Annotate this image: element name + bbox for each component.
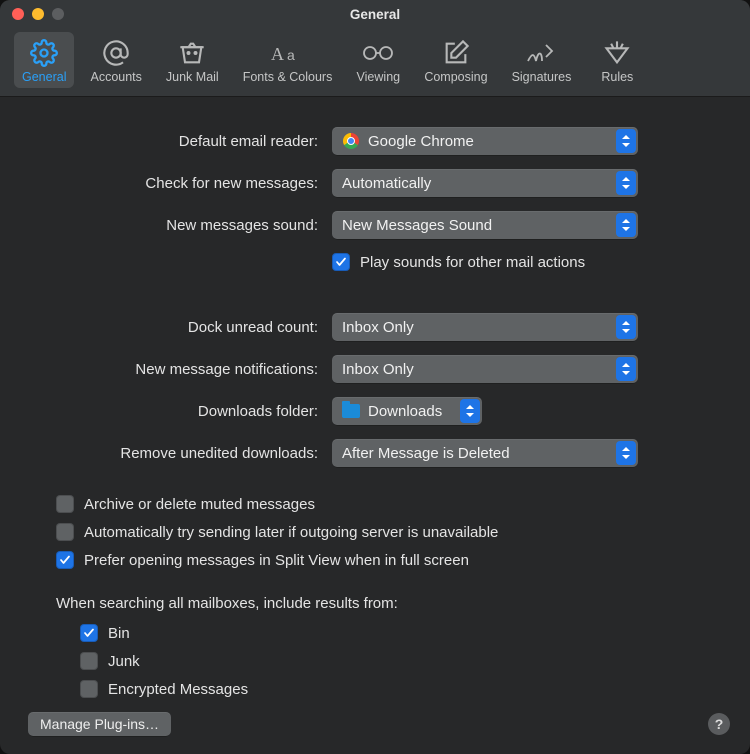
signature-icon xyxy=(526,38,556,68)
dropdown-stepper-icon xyxy=(616,357,636,381)
dropdown-stepper-icon xyxy=(616,171,636,195)
row-search-junk: Junk xyxy=(80,652,722,670)
label-default-reader: Default email reader: xyxy=(28,133,318,150)
compose-icon xyxy=(442,38,470,68)
tab-label: Composing xyxy=(424,70,487,84)
select-value: Google Chrome xyxy=(368,133,474,150)
checkbox-label: Junk xyxy=(108,653,140,670)
tab-label: Signatures xyxy=(512,70,572,84)
row-play-sounds: Play sounds for other mail actions xyxy=(332,253,722,271)
checkbox-label: Archive or delete muted messages xyxy=(84,496,315,513)
tab-label: Accounts xyxy=(90,70,141,84)
window-title: General xyxy=(0,7,750,22)
settings-form: Default email reader: Google Chrome Chec… xyxy=(28,127,722,467)
checkbox-archive-muted[interactable] xyxy=(56,495,74,513)
checkbox-retry-send[interactable] xyxy=(56,523,74,541)
trash-icon xyxy=(178,38,206,68)
tab-label: Viewing xyxy=(357,70,401,84)
help-button[interactable]: ? xyxy=(708,713,730,735)
label-sound: New messages sound: xyxy=(28,217,318,234)
select-default-reader[interactable]: Google Chrome xyxy=(332,127,638,155)
at-icon xyxy=(102,38,130,68)
footer: Manage Plug-ins… ? xyxy=(28,712,730,736)
label-downloads: Downloads folder: xyxy=(28,403,318,420)
row-archive-muted: Archive or delete muted messages xyxy=(56,495,722,513)
select-check-messages[interactable]: Automatically xyxy=(332,169,638,197)
label-notifications: New message notifications: xyxy=(28,361,318,378)
behaviour-options: Archive or delete muted messages Automat… xyxy=(28,495,722,569)
select-value: Automatically xyxy=(342,175,431,192)
row-retry-send: Automatically try sending later if outgo… xyxy=(56,523,722,541)
checkbox-search-encrypted[interactable] xyxy=(80,680,98,698)
checkbox-label: Automatically try sending later if outgo… xyxy=(84,524,498,541)
minimize-window-button[interactable] xyxy=(32,8,44,20)
font-icon: Aa xyxy=(271,38,305,68)
select-value: New Messages Sound xyxy=(342,217,492,234)
select-value: Inbox Only xyxy=(342,361,414,378)
checkbox-search-junk[interactable] xyxy=(80,652,98,670)
chrome-icon xyxy=(342,132,360,150)
tab-label: General xyxy=(22,70,66,84)
checkbox-search-bin[interactable] xyxy=(80,624,98,642)
dropdown-stepper-icon xyxy=(616,129,636,153)
preferences-window: General General Accounts Junk Mail Aa Fo xyxy=(0,0,750,754)
tab-junk-mail[interactable]: Junk Mail xyxy=(158,32,227,88)
tab-signatures[interactable]: Signatures xyxy=(504,32,580,88)
label-check-messages: Check for new messages: xyxy=(28,175,318,192)
checkbox-label: Bin xyxy=(108,625,130,642)
dropdown-stepper-icon xyxy=(616,315,636,339)
tab-label: Fonts & Colours xyxy=(243,70,333,84)
dropdown-stepper-icon xyxy=(460,399,480,423)
titlebar: General xyxy=(0,0,750,28)
label-dock-count: Dock unread count: xyxy=(28,319,318,336)
checkbox-label: Prefer opening messages in Split View wh… xyxy=(84,552,469,569)
search-options: When searching all mailboxes, include re… xyxy=(28,595,722,698)
tab-accounts[interactable]: Accounts xyxy=(82,32,149,88)
select-dock-count[interactable]: Inbox Only xyxy=(332,313,638,341)
close-window-button[interactable] xyxy=(12,8,24,20)
preferences-toolbar: General Accounts Junk Mail Aa Fonts & Co… xyxy=(0,28,750,97)
search-heading: When searching all mailboxes, include re… xyxy=(56,595,722,612)
select-notifications[interactable]: Inbox Only xyxy=(332,355,638,383)
select-value: Downloads xyxy=(368,403,442,420)
general-pane: Default email reader: Google Chrome Chec… xyxy=(0,97,750,718)
rules-icon xyxy=(603,38,631,68)
zoom-window-button[interactable] xyxy=(52,8,64,20)
tab-composing[interactable]: Composing xyxy=(416,32,495,88)
manage-plugins-button[interactable]: Manage Plug-ins… xyxy=(28,712,171,736)
select-sound[interactable]: New Messages Sound xyxy=(332,211,638,239)
glasses-icon xyxy=(361,38,395,68)
traffic-lights xyxy=(0,8,64,20)
row-search-bin: Bin xyxy=(80,624,722,642)
gear-icon xyxy=(30,38,58,68)
select-value: Inbox Only xyxy=(342,319,414,336)
svg-text:a: a xyxy=(287,47,295,63)
select-downloads-folder[interactable]: Downloads xyxy=(332,397,482,425)
dropdown-stepper-icon xyxy=(616,441,636,465)
row-search-encrypted: Encrypted Messages xyxy=(80,680,722,698)
tab-label: Junk Mail xyxy=(166,70,219,84)
svg-text:A: A xyxy=(271,44,284,64)
checkbox-label: Encrypted Messages xyxy=(108,681,248,698)
checkbox-split-view[interactable] xyxy=(56,551,74,569)
dropdown-stepper-icon xyxy=(616,213,636,237)
tab-label: Rules xyxy=(601,70,633,84)
folder-icon xyxy=(342,402,360,420)
checkbox-play-sounds[interactable] xyxy=(332,253,350,271)
tab-general[interactable]: General xyxy=(14,32,74,88)
tab-viewing[interactable]: Viewing xyxy=(348,32,408,88)
row-split-view: Prefer opening messages in Split View wh… xyxy=(56,551,722,569)
select-value: After Message is Deleted xyxy=(342,445,510,462)
checkbox-label: Play sounds for other mail actions xyxy=(360,254,585,271)
tab-fonts-colours[interactable]: Aa Fonts & Colours xyxy=(235,32,341,88)
tab-rules[interactable]: Rules xyxy=(587,32,647,88)
label-remove-downloads: Remove unedited downloads: xyxy=(28,445,318,462)
select-remove-downloads[interactable]: After Message is Deleted xyxy=(332,439,638,467)
